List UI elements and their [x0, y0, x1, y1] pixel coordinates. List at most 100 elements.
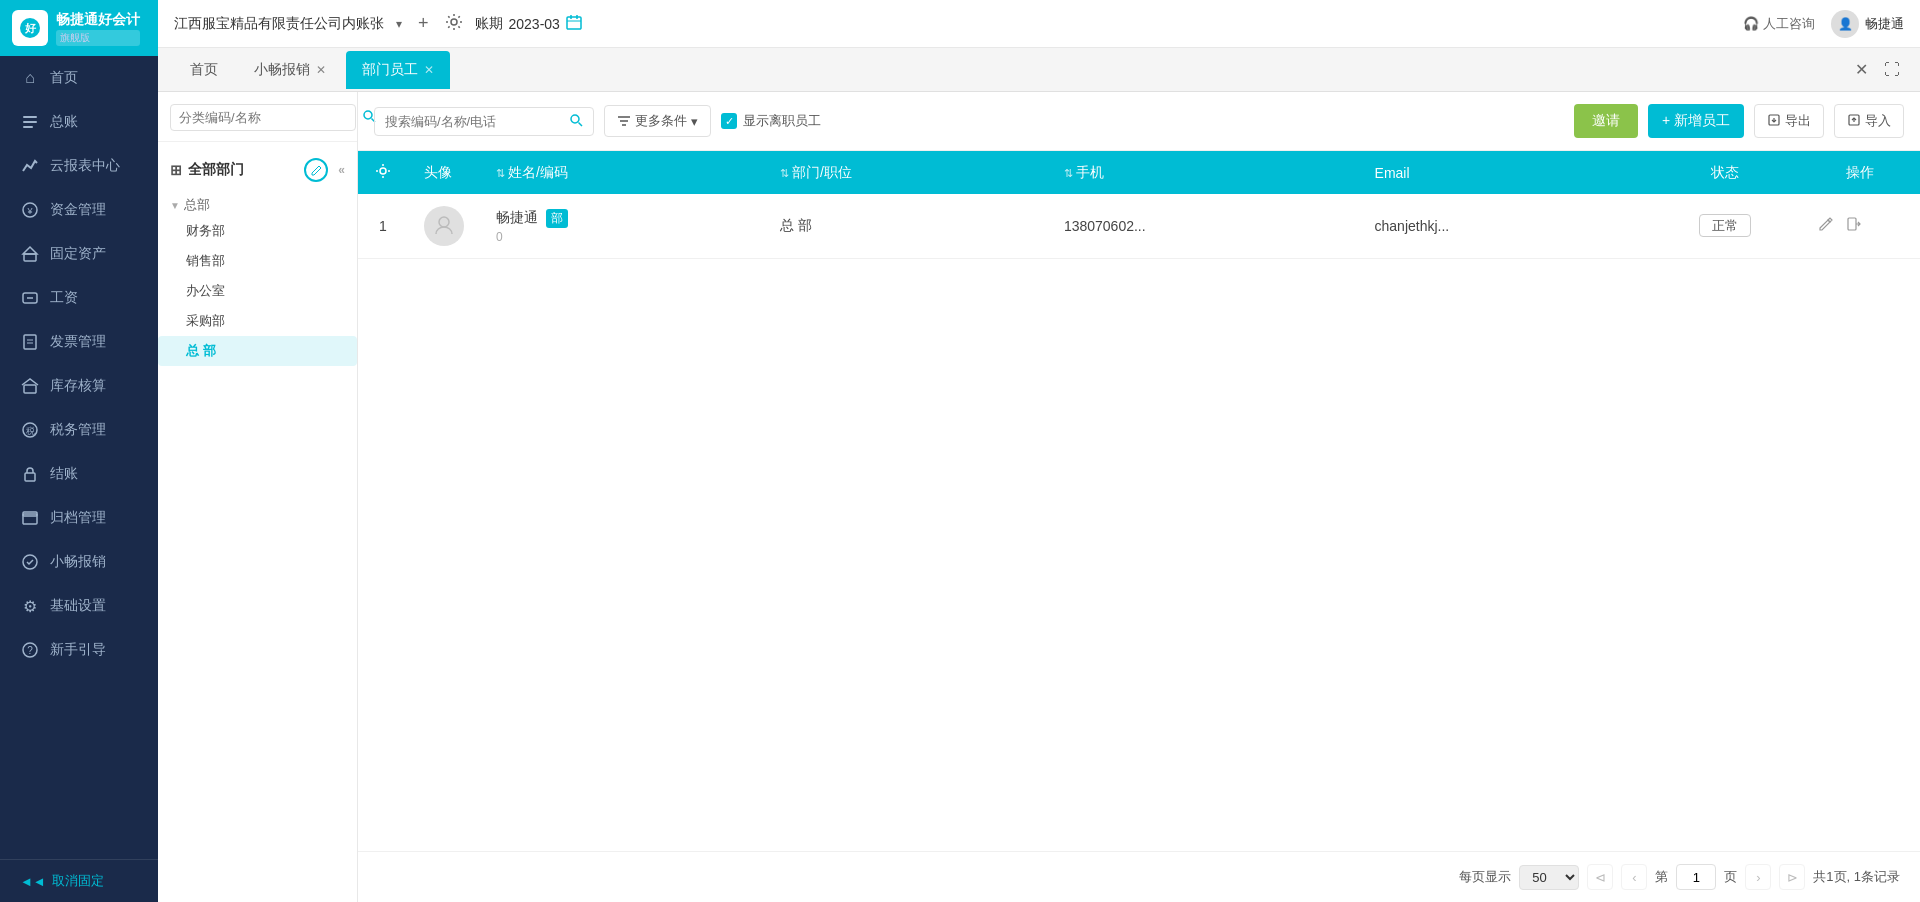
dept-child-office[interactable]: 办公室	[158, 276, 357, 306]
sidebar-item-label: 基础设置	[50, 597, 106, 615]
status-badge: 正常	[1699, 214, 1751, 237]
show-resigned-label[interactable]: ✓ 显示离职员工	[721, 112, 821, 130]
add-employee-label: + 新增员工	[1662, 112, 1730, 130]
employee-search-input[interactable]	[385, 114, 569, 129]
guide-icon: ?	[20, 640, 40, 660]
page-size-label: 每页显示	[1459, 868, 1511, 886]
dept-edit-button[interactable]	[304, 158, 328, 182]
dept-child-purchasing[interactable]: 采购部	[158, 306, 357, 336]
maximize-tab-button[interactable]: ⛶	[1880, 57, 1904, 83]
next-page-button[interactable]: ›	[1745, 864, 1771, 890]
support-button[interactable]: 🎧 人工咨询	[1743, 15, 1815, 33]
page-number-input[interactable]	[1676, 864, 1716, 890]
unpin-icon: ◄◄	[20, 874, 46, 889]
col-sort-icon: ⇅	[1064, 167, 1076, 179]
app-badge: 旗舰版	[56, 30, 140, 46]
sidebar-item-settings[interactable]: ⚙ 基础设置	[0, 584, 158, 628]
sidebar-item-label: 固定资产	[50, 245, 106, 263]
col-settings[interactable]	[358, 151, 408, 194]
dept-child-general[interactable]: 总 部	[158, 336, 357, 366]
page-suffix: 页	[1724, 868, 1737, 886]
sidebar-item-home[interactable]: ⌂ 首页	[0, 56, 158, 100]
dept-search-input[interactable]	[170, 104, 356, 131]
sidebar-item-tax[interactable]: 税 税务管理	[0, 408, 158, 452]
sidebar-item-label: 资金管理	[50, 201, 106, 219]
tab-expense[interactable]: 小畅报销 ✕	[238, 51, 342, 89]
add-employee-button[interactable]: + 新增员工	[1648, 104, 1744, 138]
user-name: 畅捷通	[1865, 15, 1904, 33]
tab-label: 小畅报销	[254, 61, 310, 79]
tab-employees[interactable]: 部门员工 ✕	[346, 51, 450, 89]
dept-label: 采购部	[186, 312, 225, 330]
more-filter-button[interactable]: 更多条件 ▾	[604, 105, 711, 137]
last-page-button[interactable]: ⊳	[1779, 864, 1805, 890]
inventory-icon	[20, 376, 40, 396]
sidebar-item-inventory[interactable]: 库存核算	[0, 364, 158, 408]
tab-close-icon[interactable]: ✕	[316, 63, 326, 77]
svg-rect-24	[567, 17, 581, 29]
dept-collapse-icon[interactable]: «	[338, 163, 345, 177]
sidebar-item-assets-mgmt[interactable]: ¥ 资金管理	[0, 188, 158, 232]
col-dept-position[interactable]: ⇅ 部门/职位	[764, 151, 1048, 194]
close-tab-button[interactable]: ✕	[1851, 56, 1872, 83]
dept-child-sales[interactable]: 销售部	[158, 246, 357, 276]
all-departments-row[interactable]: ⊞ 全部部门 «	[158, 150, 357, 190]
sidebar-item-label: 总账	[50, 113, 78, 131]
total-records: 共1页, 1条记录	[1813, 868, 1900, 886]
employee-search-box[interactable]	[374, 107, 594, 136]
pagination: 每页显示 50 10 20 100 ⊲ ‹ 第 页 › ⊳ 共1页, 1条记录	[358, 851, 1920, 902]
sidebar-item-reports[interactable]: 云报表中心	[0, 144, 158, 188]
archive-icon	[20, 508, 40, 528]
tab-label: 部门员工	[362, 61, 418, 79]
sidebar-item-guide[interactable]: ? 新手引导	[0, 628, 158, 672]
sidebar-item-label: 归档管理	[50, 509, 106, 527]
edit-button[interactable]	[1816, 214, 1836, 238]
prev-page-button[interactable]: ‹	[1621, 864, 1647, 890]
row-department: 总 部	[764, 194, 1048, 259]
logout-button[interactable]	[1844, 214, 1864, 238]
col-name-code[interactable]: ⇅ 姓名/编码	[480, 151, 764, 194]
sidebar-item-close[interactable]: 结账	[0, 452, 158, 496]
sidebar-item-invoice[interactable]: 发票管理	[0, 320, 158, 364]
sidebar-item-ledger[interactable]: 总账	[0, 100, 158, 144]
company-dropdown-arrow[interactable]: ▾	[396, 17, 402, 31]
tab-close-icon[interactable]: ✕	[424, 63, 434, 77]
tab-home[interactable]: 首页	[174, 51, 234, 89]
export-button[interactable]: 导出	[1754, 104, 1824, 138]
show-resigned-checkbox[interactable]: ✓	[721, 113, 737, 129]
filter-dropdown-icon: ▾	[691, 114, 698, 129]
sidebar-item-salary[interactable]: 工资	[0, 276, 158, 320]
export-label: 导出	[1785, 112, 1811, 130]
assets-mgmt-icon: ¥	[20, 200, 40, 220]
period-display: 账期 2023-03	[475, 14, 582, 33]
col-status: 状态	[1650, 151, 1800, 194]
main-nav: ⌂ 首页 总账 云报表中心 ¥ 资金管理 固定资产	[0, 56, 158, 859]
sidebar-item-archive[interactable]: 归档管理	[0, 496, 158, 540]
svg-point-23	[451, 19, 457, 25]
dept-child-finance[interactable]: 财务部	[158, 216, 357, 246]
employee-search-icon[interactable]	[569, 113, 583, 130]
col-phone[interactable]: ⇅ 手机	[1048, 151, 1359, 194]
first-page-button[interactable]: ⊲	[1587, 864, 1613, 890]
user-avatar: 👤	[1831, 10, 1859, 38]
tax-icon: 税	[20, 420, 40, 440]
user-menu[interactable]: 👤 畅捷通	[1831, 10, 1904, 38]
dept-label: 销售部	[186, 252, 225, 270]
tab-label: 首页	[190, 61, 218, 79]
sidebar-item-expense[interactable]: 小畅报销	[0, 540, 158, 584]
dept-parent-hq[interactable]: ▼ 总部	[158, 190, 357, 216]
svg-text:¥: ¥	[26, 206, 33, 216]
add-company-button[interactable]: +	[414, 13, 433, 34]
svg-marker-8	[23, 247, 37, 254]
import-button[interactable]: 导入	[1834, 104, 1904, 138]
filter-label: 更多条件	[635, 112, 687, 130]
page-prefix: 第	[1655, 868, 1668, 886]
dept-label: 总 部	[186, 342, 216, 360]
page-size-select[interactable]: 50 10 20 100	[1519, 865, 1579, 890]
svg-rect-14	[24, 385, 36, 393]
sidebar-item-fixed-assets[interactable]: 固定资产	[0, 232, 158, 276]
invite-button[interactable]: 邀请	[1574, 104, 1638, 138]
col-sort-icon: ⇅	[496, 167, 508, 179]
unpin-button[interactable]: ◄◄ 取消固定	[0, 859, 158, 902]
company-settings-button[interactable]	[445, 13, 463, 35]
